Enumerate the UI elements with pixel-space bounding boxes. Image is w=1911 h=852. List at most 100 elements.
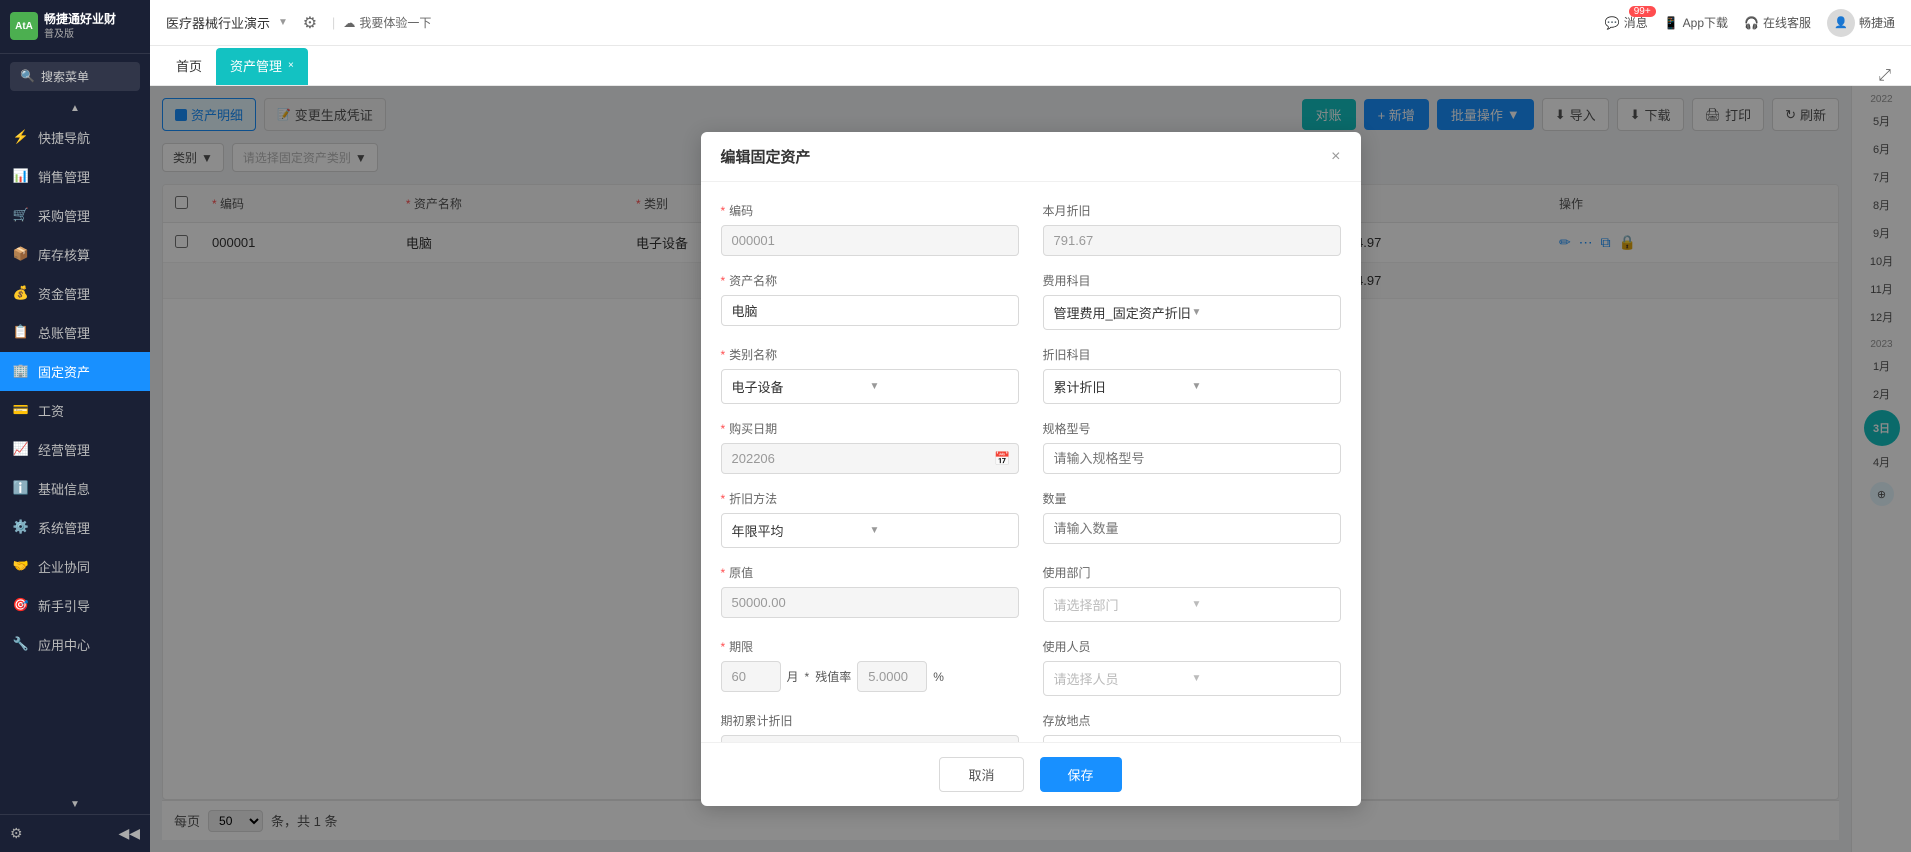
tab-close-button[interactable]: × [288,60,294,71]
company-settings-button[interactable]: ⚙ [296,9,324,37]
sidebar-item-guide[interactable]: 🎯 新手引导 [0,586,150,625]
expense-subject-arrow: ▼ [1192,307,1330,318]
form-depreciation-subject: 折旧科目 累计折旧 ▼ [1043,346,1341,404]
initial-depreciation-label: 期初累计折旧 [721,712,1019,729]
sidebar-item-payroll[interactable]: 💳 工资 [0,391,150,430]
form-initial-depreciation: 期初累计折旧 [721,712,1019,742]
original-value-label: * 原值 [721,564,1019,581]
sidebar-item-ledger[interactable]: 📋 总账管理 [0,313,150,352]
system-icon: ⚙️ [12,518,30,536]
form-depreciation-method: * 折旧方法 年限平均 ▼ [721,490,1019,548]
depreciation-method-arrow: ▼ [870,525,1008,536]
sidebar-item-system[interactable]: ⚙️ 系统管理 [0,508,150,547]
code-label: * 编码 [721,202,1019,219]
logo-text: 畅捷通好业财 普及版 [44,12,116,41]
tab-home[interactable]: 首页 [162,48,216,85]
sidebar-nav: ⚡ 快捷导航 📊 销售管理 🛒 采购管理 📦 库存核算 💰 资金管理 📋 [0,118,150,795]
person-label: 使用人员 [1043,638,1341,655]
purchase-date-input[interactable] [721,443,1019,474]
department-label: 使用部门 [1043,564,1341,581]
form-period: * 期限 月 * 残值率 % [721,638,1019,696]
asset-name-input[interactable] [721,295,1019,326]
sidebar-item-collaboration[interactable]: 🤝 企业协同 [0,547,150,586]
collapse-button[interactable]: ◀◀ [118,825,140,842]
department-select[interactable]: 请选择部门 ▼ [1043,587,1341,622]
period-label: * 期限 [721,638,1019,655]
sidebar-scroll-down[interactable]: ▼ [0,795,150,814]
service-icon: 🎧 [1744,16,1759,30]
sidebar-item-fixed-assets[interactable]: 🏢 固定资产 [0,352,150,391]
settings-button[interactable]: ⚙ [10,825,23,842]
sidebar-search[interactable]: 🔍 搜索菜单 [0,54,150,99]
user-avatar: 👤 [1827,9,1855,37]
fixed-assets-icon: 🏢 [12,362,30,380]
sidebar-item-basic-info[interactable]: ℹ️ 基础信息 [0,469,150,508]
user-menu[interactable]: 👤 畅捷通 [1827,9,1895,37]
calendar-icon[interactable]: 📅 [994,451,1010,467]
spec-input[interactable] [1043,443,1341,474]
sidebar-item-operations[interactable]: 📈 经营管理 [0,430,150,469]
modal-header: 编辑固定资产 × [701,132,1361,182]
sidebar-item-funds[interactable]: 💰 资金管理 [0,274,150,313]
sidebar-item-inventory[interactable]: 📦 库存核算 [0,235,150,274]
tab-expand-button[interactable]: ⤢ [1870,67,1899,85]
period-input[interactable] [721,661,781,692]
payroll-icon: 💳 [12,401,30,419]
expand-icon: ⤢ [1878,67,1891,85]
inventory-icon: 📦 [12,245,30,263]
location-input[interactable] [1043,735,1341,742]
edit-asset-modal: 编辑固定资产 × * 编码 [701,132,1361,806]
monthly-depreciation-input[interactable] [1043,225,1341,256]
department-arrow: ▼ [1192,599,1330,610]
form-spec: 规格型号 [1043,420,1341,474]
sidebar-item-sales[interactable]: 📊 销售管理 [0,157,150,196]
purchase-date-wrapper: 📅 [721,443,1019,474]
modal-close-button[interactable]: × [1331,148,1340,166]
category-select-arrow: ▼ [870,381,1008,392]
period-row: 月 * 残值率 % [721,661,1019,692]
experience-button[interactable]: ☁ 我要体验一下 [343,14,431,31]
messages-button[interactable]: 💬 消息 99+ [1605,14,1648,31]
category-select-modal[interactable]: 电子设备 ▼ [721,369,1019,404]
expense-subject-select[interactable]: 管理费用_固定资产折旧 ▼ [1043,295,1341,330]
quantity-input[interactable] [1043,513,1341,544]
sidebar-item-quick-nav[interactable]: ⚡ 快捷导航 [0,118,150,157]
sidebar-logo: AtA 畅捷通好业财 普及版 [0,0,150,54]
form-monthly-depreciation: 本月折旧 [1043,202,1341,256]
sales-icon: 📊 [12,167,30,185]
cancel-button[interactable]: 取消 [939,757,1023,792]
sidebar-item-purchase[interactable]: 🛒 采购管理 [0,196,150,235]
save-button[interactable]: 保存 [1040,757,1122,792]
modal-form: * 编码 本月折旧 [721,202,1341,742]
form-category: * 类别名称 电子设备 ▼ [721,346,1019,404]
tab-assets[interactable]: 资产管理 × [216,48,308,85]
app-download-button[interactable]: 📱 App下载 [1664,14,1728,31]
code-input[interactable] [721,225,1019,256]
quick-nav-icon: ⚡ [12,128,30,146]
online-service-button[interactable]: 🎧 在线客服 [1744,14,1811,31]
ledger-icon: 📋 [12,323,30,341]
depreciation-method-label: * 折旧方法 [721,490,1019,507]
search-menu-button[interactable]: 🔍 搜索菜单 [10,62,140,91]
cloud-icon: ☁ [343,16,355,30]
form-department: 使用部门 请选择部门 ▼ [1043,564,1341,622]
form-person: 使用人员 请选择人员 ▼ [1043,638,1341,696]
form-expense-subject: 费用科目 管理费用_固定资产折旧 ▼ [1043,272,1341,330]
depreciation-method-select[interactable]: 年限平均 ▼ [721,513,1019,548]
initial-depreciation-input[interactable] [721,735,1019,742]
original-value-input[interactable] [721,587,1019,618]
sidebar-item-app-center[interactable]: 🔧 应用中心 [0,625,150,664]
guide-icon: 🎯 [12,596,30,614]
message-badge: 99+ [1629,6,1656,17]
asset-name-label: * 资产名称 [721,272,1019,289]
company-dropdown-arrow[interactable]: ▼ [278,17,288,28]
depreciation-subject-select[interactable]: 累计折旧 ▼ [1043,369,1341,404]
app-center-icon: 🔧 [12,635,30,653]
expense-subject-label: 费用科目 [1043,272,1341,289]
modal-overlay: 编辑固定资产 × * 编码 [150,86,1911,852]
person-select[interactable]: 请选择人员 ▼ [1043,661,1341,696]
modal-footer: 取消 保存 [701,742,1361,806]
form-original-value: * 原值 [721,564,1019,622]
sidebar-scroll-up[interactable]: ▲ [0,99,150,118]
residual-rate-input[interactable] [857,661,927,692]
